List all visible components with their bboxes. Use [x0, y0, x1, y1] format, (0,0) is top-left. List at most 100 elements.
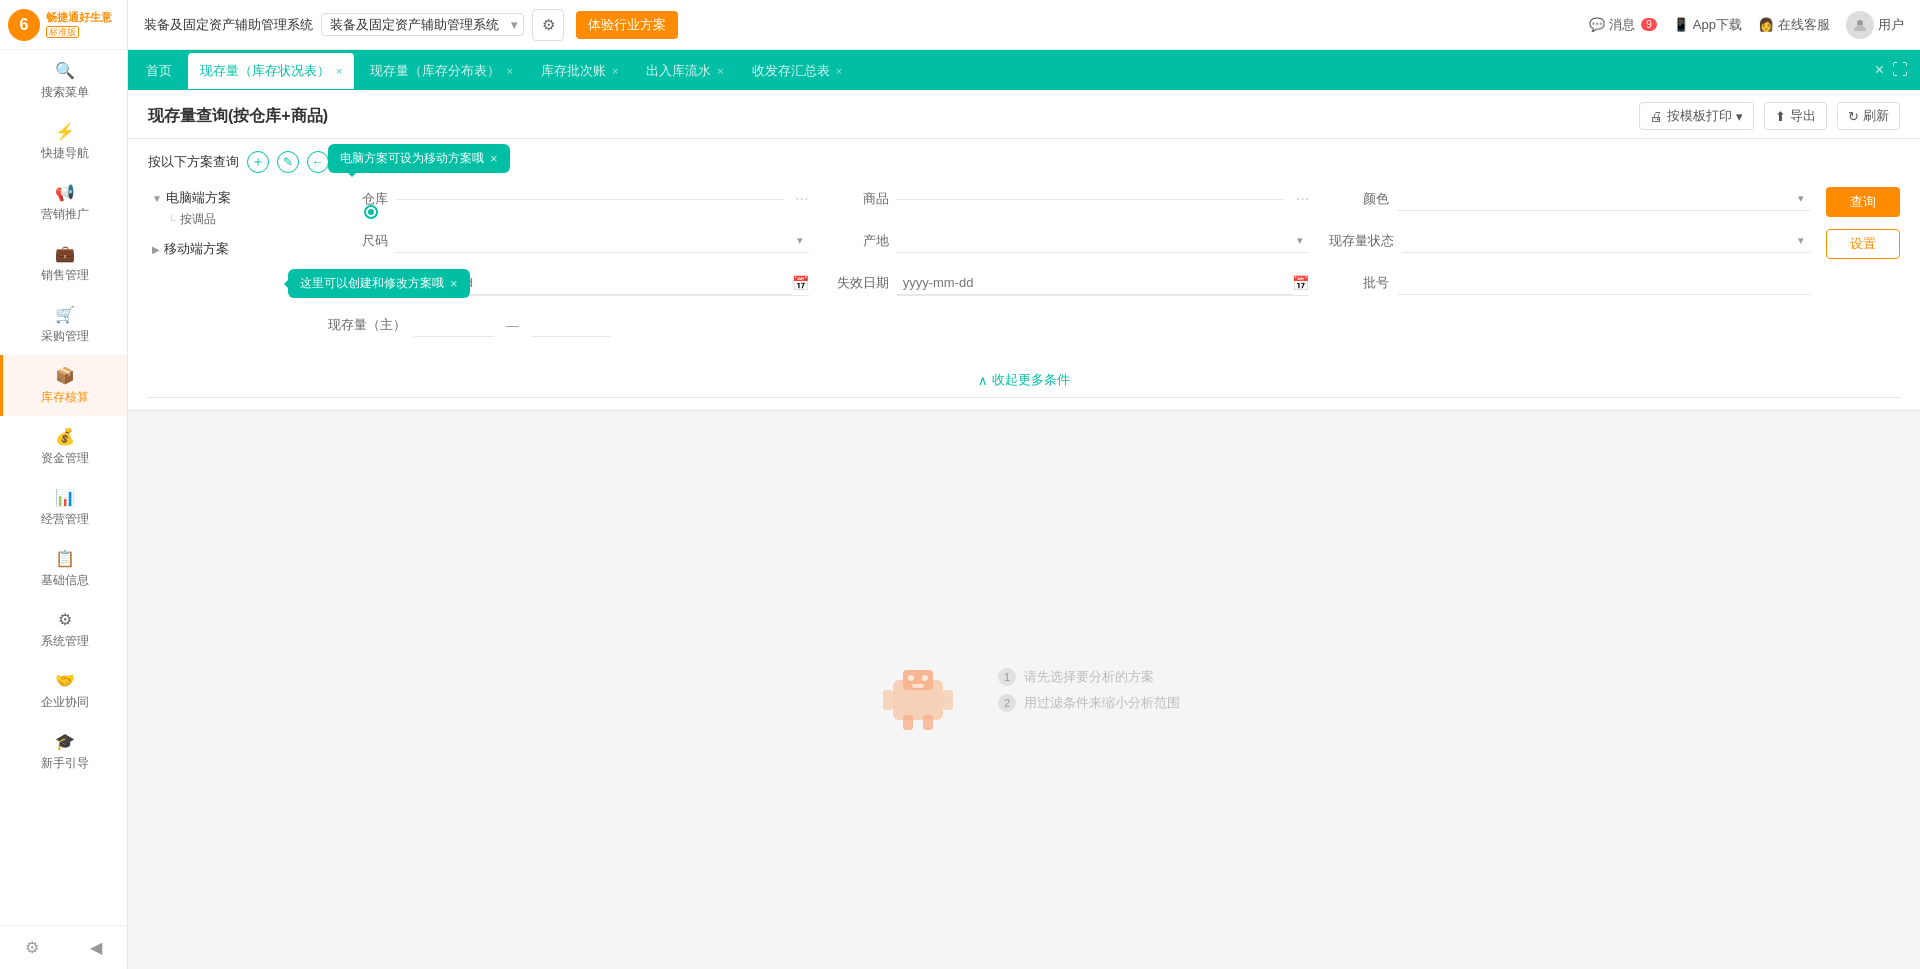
filter-row-1: 仓库 ··· 商品 ··· 颜色 — [328, 183, 1810, 215]
filter-field-origin: 产地 — [829, 225, 1310, 257]
stock-status-select[interactable] — [1402, 229, 1810, 252]
svg-point-4 — [922, 675, 928, 681]
scheme-mobile[interactable]: ▶ 移动端方案 — [148, 238, 308, 260]
tab-close-inventory-dist[interactable]: × — [506, 65, 512, 77]
sidebar-item-inventory[interactable]: 📦 库存核算 — [0, 355, 127, 416]
size-select-wrapper[interactable] — [396, 229, 809, 253]
sidebar-item-basic[interactable]: 📋 基础信息 — [0, 538, 127, 599]
refresh-button[interactable]: ↻ 刷新 — [1837, 102, 1900, 130]
stock-status-select-wrapper[interactable] — [1402, 229, 1810, 253]
system-select[interactable]: 装备及固定资产辅助管理系统 — [321, 13, 524, 36]
filter-edit-button[interactable]: ✎ — [277, 151, 299, 173]
sub-scheme-item[interactable]: 按调品 — [164, 209, 308, 230]
filter-field-expire-date: 失效日期 📅 — [829, 267, 1310, 299]
filter-row-2: 尺码 产地 — [328, 225, 1810, 257]
user-menu[interactable]: 用户 — [1846, 11, 1904, 39]
topbar-gear-button[interactable]: ⚙ — [532, 9, 564, 41]
tab-inventory-batch[interactable]: 库存批次账 × — [529, 53, 630, 89]
scheme-desktop[interactable]: ▼ 电脑端方案 — [148, 187, 308, 209]
template-print-button[interactable]: 🖨 按模板打印 ▾ — [1639, 102, 1754, 130]
page-title: 现存量查询(按仓库+商品) — [148, 106, 328, 127]
prod-date-calendar-icon[interactable]: 📅 — [792, 275, 809, 291]
window-close-button[interactable]: × — [1875, 61, 1884, 79]
tab-home[interactable]: 首页 — [134, 53, 184, 89]
online-service-button[interactable]: 👩 在线客服 — [1758, 16, 1830, 34]
origin-select[interactable] — [897, 229, 1310, 252]
sidebar-item-finance[interactable]: 💰 资金管理 — [0, 416, 127, 477]
sidebar-item-operation[interactable]: 📊 经营管理 — [0, 477, 127, 538]
sidebar-item-marketing[interactable]: 📢 营销推广 — [0, 172, 127, 233]
svg-point-3 — [908, 675, 914, 681]
collapse-bar[interactable]: ∧ 收起更多条件 — [148, 363, 1900, 398]
service-icon: 👩 — [1758, 17, 1774, 32]
logo-text: 畅捷通好生意 标准版 — [46, 10, 112, 39]
stock-qty-start-input[interactable] — [414, 313, 494, 337]
avatar — [1846, 11, 1874, 39]
origin-select-wrapper[interactable] — [897, 229, 1310, 253]
export-icon: ⬆ — [1775, 109, 1786, 124]
finance-icon: 💰 — [55, 426, 75, 446]
sidebar-item-purchase[interactable]: 🛒 采购管理 — [0, 294, 127, 355]
sidebar-item-sales[interactable]: 💼 销售管理 — [0, 233, 127, 294]
edit-scheme-tooltip: 这里可以创建和修改方案哦 × — [288, 269, 470, 298]
operation-icon: 📊 — [55, 487, 75, 507]
filter-row-3: 生产日期 📅 失效日期 📅 — [328, 267, 1810, 299]
sidebar-item-enterprise[interactable]: 🤝 企业协同 — [0, 660, 127, 721]
export-button[interactable]: ⬆ 导出 — [1764, 102, 1827, 130]
size-select[interactable] — [396, 229, 809, 252]
expire-date-input[interactable] — [897, 271, 1293, 295]
filter-field-color: 颜色 — [1329, 183, 1810, 215]
edit-tooltip-close[interactable]: × — [450, 276, 458, 291]
search-button[interactable]: 查询 — [1826, 187, 1900, 217]
sidebar: 6 畅捷通好生意 标准版 🔍 搜索菜单 ⚡ 快捷导航 📢 营销推广 💼 销售管理… — [0, 0, 128, 969]
setting-button[interactable]: 设置 — [1826, 229, 1900, 259]
app-download-button[interactable]: 📱 App下载 — [1673, 16, 1742, 34]
filter-panel: 按以下方案查询 ＋ ✎ ← 电脑方案可设为移动方案哦 × 这里可以创建和修改方案… — [128, 139, 1920, 411]
newbie-icon: 🎓 — [55, 731, 75, 751]
filter-add-button[interactable]: ＋ — [247, 151, 269, 173]
goods-dots[interactable]: ··· — [1296, 190, 1309, 208]
tab-inventory-status[interactable]: 现存量（库存状况表） × — [188, 53, 354, 89]
message-button[interactable]: 💬 消息 9 — [1589, 16, 1657, 34]
svg-rect-9 — [923, 715, 933, 730]
filter-fields-area: 仓库 ··· 商品 ··· 颜色 — [308, 183, 1810, 355]
trial-button[interactable]: 体验行业方案 — [576, 11, 678, 39]
tabs-actions: × ⛶ — [1875, 61, 1916, 79]
add-tooltip-close[interactable]: × — [490, 151, 498, 166]
filter-label: 按以下方案查询 — [148, 153, 239, 171]
warehouse-dots[interactable]: ··· — [795, 190, 808, 208]
enterprise-icon: 🤝 — [55, 670, 75, 690]
system-selector[interactable]: 装备及固定资产辅助管理系统 — [321, 13, 524, 36]
logo-badge: 标准版 — [46, 24, 112, 39]
sidebar-item-newbie[interactable]: 🎓 新手引导 — [0, 721, 127, 782]
svg-rect-8 — [903, 715, 913, 730]
color-select[interactable] — [1397, 187, 1810, 210]
tab-in-out-flow[interactable]: 出入库流水 × — [634, 53, 735, 89]
color-select-wrapper[interactable] — [1397, 187, 1810, 211]
main-area: 装备及固定资产辅助管理系统 装备及固定资产辅助管理系统 ⚙ 体验行业方案 💬 消… — [128, 0, 1920, 969]
tab-close-inventory-status[interactable]: × — [336, 65, 342, 77]
expire-date-wrapper: 📅 — [897, 271, 1310, 296]
batch-no-input[interactable] — [1397, 271, 1810, 295]
sidebar-collapse-button[interactable]: ◀ — [86, 934, 106, 961]
tab-close-inventory-batch[interactable]: × — [612, 65, 618, 77]
marketing-icon: 📢 — [55, 182, 75, 202]
sidebar-logo: 6 畅捷通好生意 标准版 — [0, 0, 127, 50]
window-expand-button[interactable]: ⛶ — [1892, 61, 1908, 79]
sidebar-bottom: ⚙ ◀ — [0, 925, 127, 969]
tab-close-recv-send[interactable]: × — [836, 65, 842, 77]
filter-arrow-button[interactable]: ← — [307, 151, 329, 173]
tab-recv-send[interactable]: 收发存汇总表 × — [740, 53, 854, 89]
sidebar-item-search[interactable]: 🔍 搜索菜单 — [0, 50, 127, 111]
stock-qty-end-input[interactable] — [531, 313, 611, 337]
tab-inventory-dist[interactable]: 现存量（库存分布表） × — [358, 53, 524, 89]
empty-state: 1 请先选择要分析的方案 2 用过滤条件来缩小分析范围 — [128, 411, 1920, 969]
sidebar-item-system[interactable]: ⚙ 系统管理 — [0, 599, 127, 660]
expire-date-calendar-icon[interactable]: 📅 — [1292, 275, 1309, 291]
empty-illustration — [868, 640, 968, 740]
empty-step1: 1 请先选择要分析的方案 — [998, 668, 1180, 686]
header-actions: 🖨 按模板打印 ▾ ⬆ 导出 ↻ 刷新 — [1639, 102, 1900, 130]
tab-close-in-out[interactable]: × — [717, 65, 723, 77]
sidebar-settings-button[interactable]: ⚙ — [21, 934, 43, 961]
sidebar-item-guide[interactable]: ⚡ 快捷导航 — [0, 111, 127, 172]
